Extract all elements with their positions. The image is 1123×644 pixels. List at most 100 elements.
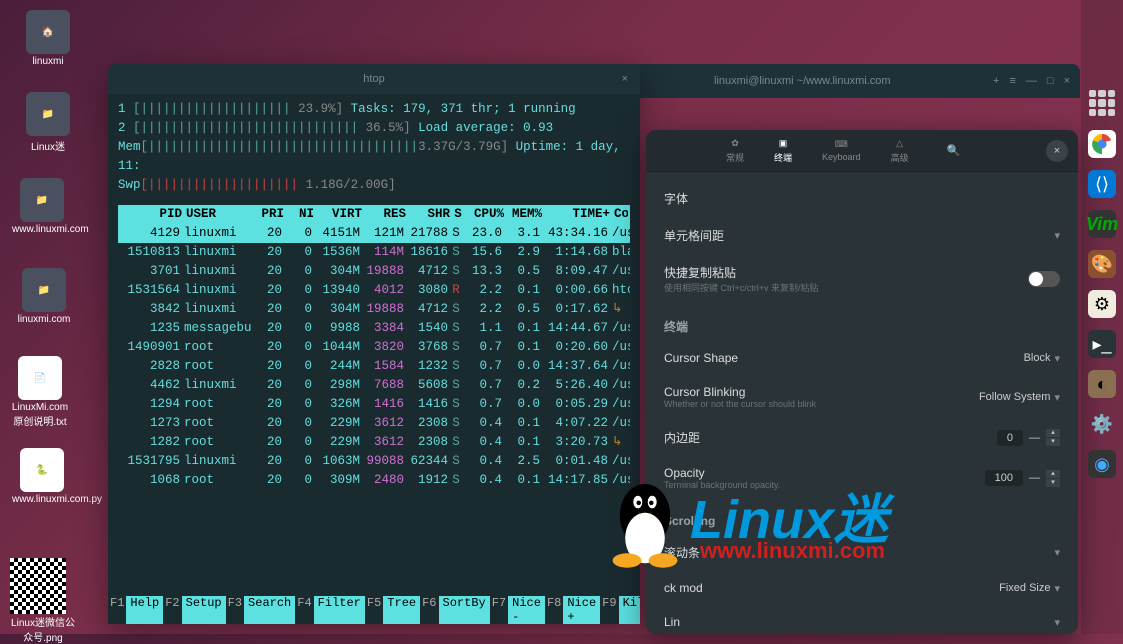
fn-filter[interactable]: Filter (314, 596, 365, 624)
process-row[interactable]: 3842linuxmi200304M198884712S2.20.50:17.6… (118, 300, 630, 319)
tab-advanced[interactable]: △高级 (891, 138, 909, 164)
obs-icon[interactable]: ◉ (1088, 450, 1116, 478)
process-row[interactable]: 2828root200244M15841232S0.70.014:37.64/u… (118, 357, 630, 376)
chevron-down-icon: ▾ (1054, 546, 1060, 559)
folder-icon: 📁 (22, 268, 66, 312)
tab-keyboard[interactable]: ⌨Keyboard (822, 139, 861, 162)
desktop-icon-folder[interactable]: 📁 www.linuxmi.com (12, 178, 72, 235)
htop-header[interactable]: PID USER PRI NI VIRT RES SHR S CPU% MEM%… (118, 205, 630, 224)
settings-tabs: ✿常规 ▣终端 ⌨Keyboard △高级 🔍 × (646, 130, 1078, 172)
settings-row[interactable]: ck modFixed Size ▾ (664, 571, 1060, 605)
process-row[interactable]: 1273root200229M36122308S0.40.14:07.22/us… (118, 414, 630, 433)
close-button[interactable]: × (1064, 75, 1070, 87)
htop-footer[interactable]: F1HelpF2SetupF3SearchF4FilterF5TreeF6Sor… (108, 596, 640, 624)
desktop-icon-folder[interactable]: 📁 Linux迷 (18, 92, 78, 153)
settings-section-header: 终端 (664, 318, 1060, 335)
icon-label: www.linuxmi.com.py (12, 494, 72, 505)
vim-icon[interactable]: Vim (1088, 210, 1116, 238)
home-icon: 🏠 (26, 10, 70, 54)
settings-icon[interactable]: ⚙️ (1088, 410, 1116, 438)
settings-row[interactable]: Cursor BlinkingWhether or not the cursor… (664, 375, 1060, 419)
desktop-icon-py[interactable]: 🐍 www.linuxmi.com.py (12, 448, 72, 505)
fn-setup[interactable]: Setup (182, 596, 226, 624)
process-row[interactable]: 1235messagebu200998833841540S1.10.114:44… (118, 319, 630, 338)
new-tab-button[interactable]: + (993, 75, 999, 87)
maximize-button[interactable]: □ (1047, 75, 1054, 87)
process-row[interactable]: 1294root200326M14161416S0.70.00:05.29/us… (118, 395, 630, 414)
icon-label: Linux迷微信公众号.png (8, 614, 78, 644)
desktop-icon-qr[interactable] (10, 558, 66, 614)
process-row[interactable]: 1531564linuxmi2001394040123080R2.20.10:0… (118, 281, 630, 300)
settings-row[interactable]: 快捷复制粘贴使用相同按键 Ctrl+c/ctrl+v 来复制/粘贴 (664, 254, 1060, 304)
settings-row[interactable]: OpacityTerminal background opacity.100—▴… (664, 456, 1060, 500)
chevron-down-icon: ▾ (1054, 352, 1060, 365)
tab-terminal[interactable]: ▣终端 (774, 138, 792, 164)
python-icon: 🐍 (20, 448, 64, 492)
settings-row[interactable]: 字体 (664, 180, 1060, 217)
load-line: Load average: 0.93 (418, 121, 553, 135)
settings-row[interactable]: 滚动条 ▾ (664, 534, 1060, 571)
chevron-down-icon: ▾ (1054, 229, 1060, 242)
desktop-icon-home[interactable]: 🏠 linuxmi (18, 10, 78, 67)
close-icon[interactable]: × (622, 73, 628, 85)
tasks-line: Tasks: 179, 371 thr; 1 running (351, 102, 576, 116)
tweaks-icon[interactable]: ⚙ (1088, 290, 1116, 318)
fn-tree[interactable]: Tree (383, 596, 420, 624)
txt-icon: 📄 (18, 356, 62, 400)
stepper[interactable]: 0—▴▾ (997, 429, 1060, 446)
icon-label: linuxmi.com (14, 314, 74, 325)
dock: ⟨⟩ Vim 🎨 ⚙ ▸_ ◐ ⚙️ ◉ (1081, 0, 1123, 634)
window-title: htop (363, 73, 384, 85)
advanced-icon: △ (896, 138, 903, 149)
settings-row[interactable]: Lin ▾ (664, 605, 1060, 634)
fn-nice +[interactable]: Nice + (563, 596, 600, 624)
tab-general[interactable]: ✿常规 (726, 138, 744, 164)
desktop-icon-folder[interactable]: 📁 linuxmi.com (14, 268, 74, 325)
fn-help[interactable]: Help (126, 596, 163, 624)
menu-button[interactable]: ≡ (1009, 75, 1015, 87)
process-row[interactable]: 3701linuxmi200304M198884712S13.30.58:09.… (118, 262, 630, 281)
window-titlebar[interactable]: htop × (108, 64, 640, 94)
toggle[interactable] (1028, 271, 1060, 287)
terminal-window-htop[interactable]: htop × 1 [|||||||||||||||||||| 23.9%] Ta… (108, 64, 640, 624)
close-button[interactable]: × (1046, 140, 1068, 162)
process-row[interactable]: 4462linuxmi200298M76885608S0.70.25:26.40… (118, 376, 630, 395)
folder-icon: 📁 (20, 178, 64, 222)
chevron-down-icon: ▾ (1054, 616, 1060, 629)
gimp-icon[interactable]: 🎨 (1088, 250, 1116, 278)
icon-label: linuxmi (18, 56, 78, 67)
chevron-down-icon: ▾ (1054, 391, 1060, 404)
process-row[interactable]: 1068root200309M24801912S0.40.114:17.85/u… (118, 471, 630, 490)
fn-kill[interactable]: Kill (619, 596, 640, 624)
fn-sortby[interactable]: SortBy (439, 596, 490, 624)
desktop-icon-txt[interactable]: 📄 LinuxMi.com原创说明.txt (10, 356, 70, 428)
process-row[interactable]: 1531795linuxmi2001063M9908862344S0.42.50… (118, 452, 630, 471)
process-row[interactable]: 1490901root2001044M38203768S0.70.10:20.6… (118, 338, 630, 357)
fn-nice -[interactable]: Nice - (508, 596, 545, 624)
process-row[interactable]: 1510813linuxmi2001536M114M18616S15.62.91… (118, 243, 630, 262)
app-icon[interactable]: ◐ (1088, 370, 1116, 398)
icon-label: www.linuxmi.com (12, 224, 72, 235)
terminal-icon[interactable]: ▸_ (1088, 330, 1116, 358)
keyboard-icon: ⌨ (835, 139, 848, 150)
stepper[interactable]: 100—▴▾ (985, 470, 1060, 487)
icon-label: Linux迷 (18, 138, 78, 153)
chevron-down-icon: ▾ (1054, 582, 1060, 595)
htop-output: 1 [|||||||||||||||||||| 23.9%] Tasks: 17… (108, 94, 640, 496)
settings-panel[interactable]: ✿常规 ▣终端 ⌨Keyboard △高级 🔍 × 字体单元格间距 ▾快捷复制粘… (646, 130, 1078, 634)
settings-row[interactable]: Cursor ShapeBlock ▾ (664, 341, 1060, 375)
settings-row[interactable]: 单元格间距 ▾ (664, 217, 1060, 254)
search-icon[interactable]: 🔍 (947, 144, 961, 157)
folder-icon: 📁 (26, 92, 70, 136)
process-row[interactable]: 4129linuxmi2004151M121M21788S23.03.143:3… (118, 224, 630, 243)
process-row[interactable]: 1282root200229M36122308S0.40.13:20.73↳ /… (118, 433, 630, 452)
settings-section-header: Scrolling (664, 514, 1060, 528)
gear-icon: ✿ (731, 138, 739, 149)
minimize-button[interactable]: — (1026, 75, 1037, 87)
terminal-icon: ▣ (779, 138, 788, 149)
chrome-icon[interactable] (1088, 130, 1116, 158)
icon-label: LinuxMi.com原创说明.txt (10, 402, 70, 428)
fn-search[interactable]: Search (244, 596, 295, 624)
settings-row[interactable]: 内边距0—▴▾ (664, 419, 1060, 456)
vscode-icon[interactable]: ⟨⟩ (1088, 170, 1116, 198)
